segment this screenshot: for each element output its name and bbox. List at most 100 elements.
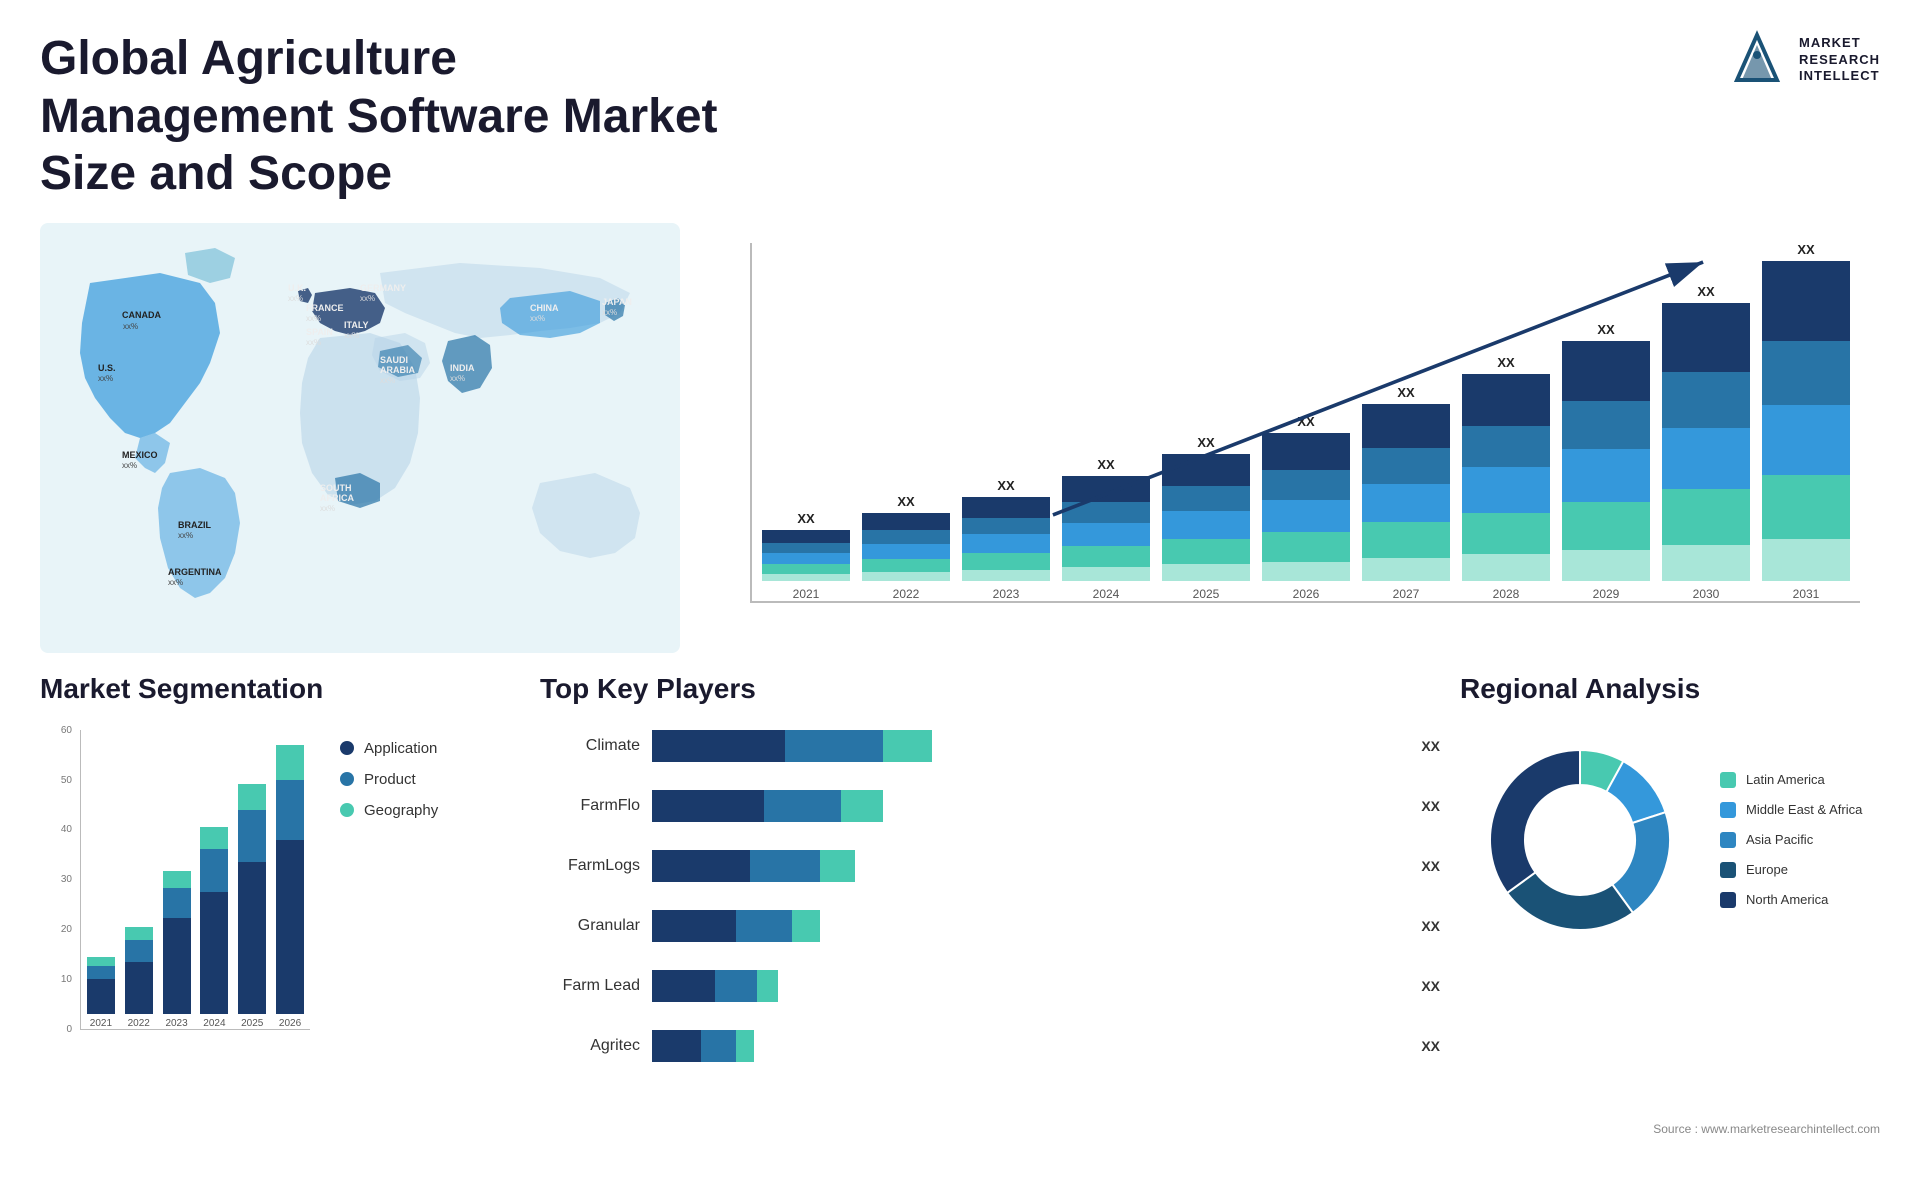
bar-segment xyxy=(1762,341,1850,405)
donut-legend-color xyxy=(1720,802,1736,818)
bar-value: XX xyxy=(1797,242,1814,257)
header: Global Agriculture Management Software M… xyxy=(0,0,1920,223)
bar-group: XX2022 xyxy=(862,494,950,600)
player-bar-container xyxy=(652,1030,1401,1062)
bar-year-label: 2025 xyxy=(1193,587,1220,601)
bar-segment xyxy=(1162,511,1250,539)
seg-chart: 6050403020100 202120222023202420252026 xyxy=(40,720,320,1080)
bar-group: XX2025 xyxy=(1162,435,1250,600)
seg-year-label: 2022 xyxy=(128,1018,150,1029)
player-name: FarmLogs xyxy=(540,857,640,875)
player-name: FarmFlo xyxy=(540,797,640,815)
bar-year-label: 2029 xyxy=(1593,587,1620,601)
world-map-svg: CANADA xx% U.S. xx% MEXICO xx% BRAZIL xx… xyxy=(40,223,680,653)
bar-segment xyxy=(1262,470,1350,499)
logo-text: MARKET RESEARCH INTELLECT xyxy=(1799,35,1880,86)
bar-stack xyxy=(1262,433,1350,580)
donut-legend-item: Europe xyxy=(1720,862,1862,878)
seg-bar-seg xyxy=(200,892,228,1013)
regional-title: Regional Analysis xyxy=(1460,673,1880,705)
svg-text:SPAIN: SPAIN xyxy=(306,327,333,337)
seg-bar-seg xyxy=(125,940,153,962)
svg-text:xx%: xx% xyxy=(450,374,465,383)
donut-legend-label: Europe xyxy=(1746,862,1788,877)
bar-chart-section: XX2021XX2022XX2023XX2024XX2025XX2026XX20… xyxy=(700,223,1880,653)
player-value: XX xyxy=(1421,1038,1440,1054)
bar-stack xyxy=(1562,341,1650,581)
legend-dot xyxy=(340,803,354,817)
svg-text:xx%: xx% xyxy=(360,294,375,303)
bar-year-label: 2028 xyxy=(1493,587,1520,601)
player-bar-seg1 xyxy=(652,730,785,762)
seg-bar-group: 2024 xyxy=(199,827,229,1028)
bar-value: XX xyxy=(1397,385,1414,400)
player-value: XX xyxy=(1421,978,1440,994)
seg-bar-seg xyxy=(87,979,115,1014)
bar-year-label: 2021 xyxy=(793,587,820,601)
svg-text:SAUDI: SAUDI xyxy=(380,355,408,365)
legend-label: Geography xyxy=(364,802,438,819)
svg-text:ITALY: ITALY xyxy=(344,320,369,330)
svg-text:FRANCE: FRANCE xyxy=(306,303,344,313)
bar-year-label: 2030 xyxy=(1693,587,1720,601)
donut-legend-item: Asia Pacific xyxy=(1720,832,1862,848)
donut-legend-item: Middle East & Africa xyxy=(1720,802,1862,818)
seg-bar-seg xyxy=(125,962,153,1014)
bar-group: XX2024 xyxy=(1062,457,1150,601)
donut-legend-color xyxy=(1720,862,1736,878)
bar-segment xyxy=(1162,454,1250,486)
player-name: Climate xyxy=(540,737,640,755)
bar-segment xyxy=(1462,467,1550,512)
bar-segment xyxy=(1462,513,1550,554)
bar-segment xyxy=(1262,562,1350,581)
logo-area: MARKET RESEARCH INTELLECT xyxy=(1727,30,1880,90)
seg-bar-seg xyxy=(238,784,266,810)
player-bar-seg3 xyxy=(792,910,820,942)
svg-text:xx%: xx% xyxy=(122,461,137,470)
key-players-section: Top Key Players Climate XX FarmFlo XX FarmLo… xyxy=(540,673,1440,1173)
key-players-title: Top Key Players xyxy=(540,673,1440,705)
seg-legend: Application Product Geography xyxy=(340,720,438,819)
page-title: Global Agriculture Management Software M… xyxy=(40,30,740,203)
bar-segment xyxy=(1562,449,1650,502)
seg-year-label: 2023 xyxy=(165,1018,187,1029)
bar-group: XX2023 xyxy=(962,478,1050,601)
world-map-section: CANADA xx% U.S. xx% MEXICO xx% BRAZIL xx… xyxy=(40,223,680,653)
svg-text:xx%: xx% xyxy=(306,314,321,323)
bar-stack xyxy=(1062,476,1150,581)
bar-segment xyxy=(962,534,1050,553)
seg-chart-wrapper: 6050403020100 202120222023202420252026 A… xyxy=(40,720,520,1080)
svg-text:xx%: xx% xyxy=(530,314,545,323)
source-text: Source : www.marketresearchintellect.com xyxy=(1653,1122,1880,1136)
svg-text:MEXICO: MEXICO xyxy=(122,450,158,460)
donut-chart xyxy=(1460,720,1700,960)
donut-legend-label: North America xyxy=(1746,892,1828,907)
svg-text:xx%: xx% xyxy=(288,294,303,303)
player-row: FarmLogsXX xyxy=(540,850,1440,882)
svg-text:xx%: xx% xyxy=(380,376,395,385)
player-bar-seg1 xyxy=(652,910,736,942)
donut-legend: Latin America Middle East & Africa Asia … xyxy=(1720,772,1862,908)
svg-text:AFRICA: AFRICA xyxy=(320,493,354,503)
bar-value: XX xyxy=(797,511,814,526)
seg-bar-seg xyxy=(238,862,266,1014)
svg-text:xx%: xx% xyxy=(320,504,335,513)
bar-segment xyxy=(1362,404,1450,448)
bar-value: XX xyxy=(1097,457,1114,472)
player-bar-container xyxy=(652,850,1401,882)
seg-bar-seg xyxy=(87,966,115,979)
svg-text:INDIA: INDIA xyxy=(450,363,475,373)
seg-bar-group: 2025 xyxy=(237,784,267,1029)
bar-segment xyxy=(1262,500,1350,532)
bar-stack xyxy=(962,497,1050,581)
bar-segment xyxy=(1462,554,1550,581)
seg-y-labels: 6050403020100 xyxy=(40,725,76,1035)
bar-segment xyxy=(862,559,950,572)
bar-segment xyxy=(1062,546,1150,567)
svg-text:SOUTH: SOUTH xyxy=(320,483,352,493)
donut-area: Latin America Middle East & Africa Asia … xyxy=(1460,720,1880,960)
donut-legend-label: Latin America xyxy=(1746,772,1825,787)
bar-segment xyxy=(1362,448,1450,483)
player-row: Farm LeadXX xyxy=(540,970,1440,1002)
seg-y-label: 10 xyxy=(61,974,72,985)
